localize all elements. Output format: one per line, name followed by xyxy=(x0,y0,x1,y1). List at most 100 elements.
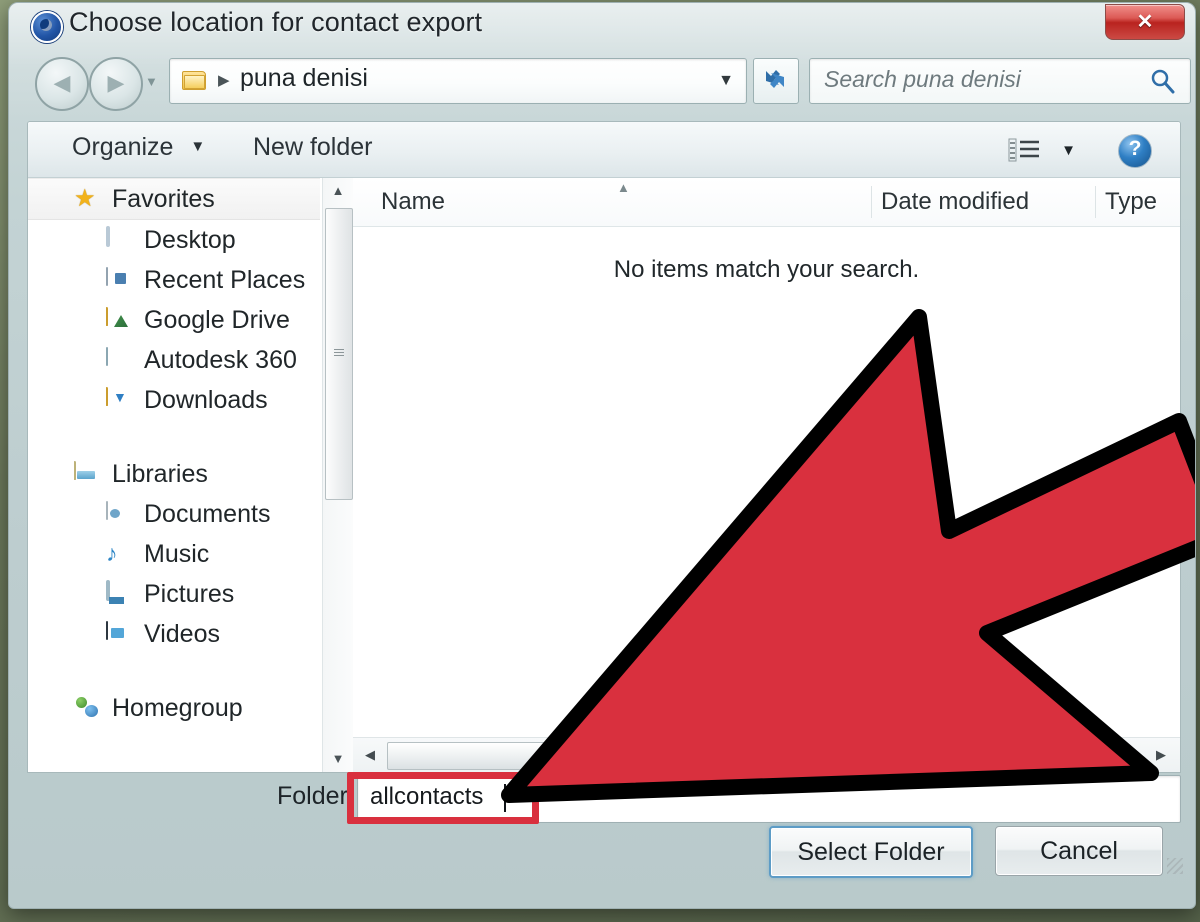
navigation-sidebar[interactable]: ★ Favorites Desktop Recent Places Google… xyxy=(28,178,320,772)
sidebar-item-recent-places[interactable]: Recent Places xyxy=(28,260,320,300)
resize-grip[interactable] xyxy=(1167,858,1183,874)
select-folder-label: Select Folder xyxy=(797,837,945,866)
content-frame: Organize ▼ New folder ▼ ? ★ Favorites De… xyxy=(27,121,1181,773)
folder-name-value: allcontacts xyxy=(370,783,484,810)
breadcrumb-separator-icon: ▶ xyxy=(218,72,230,89)
folder-icon xyxy=(182,69,206,90)
chevron-down-icon[interactable]: ▼ xyxy=(718,72,734,90)
sidebar-item-label: Pictures xyxy=(144,579,235,608)
sidebar-item-label: Libraries xyxy=(112,459,208,488)
new-folder-label: New folder xyxy=(253,133,373,161)
horizontal-scrollbar[interactable]: ◀ ▶ xyxy=(353,737,1180,772)
sidebar-item-label: Homegroup xyxy=(112,693,243,722)
organize-button[interactable]: Organize ▼ xyxy=(62,130,215,171)
scroll-right-icon[interactable]: ▶ xyxy=(1148,738,1174,772)
toolbar: Organize ▼ New folder ▼ ? xyxy=(28,122,1180,178)
sidebar-item-pictures[interactable]: Pictures xyxy=(28,574,320,614)
page-title: Choose location for contact export xyxy=(69,7,483,37)
question-mark-icon: ? xyxy=(1128,137,1142,160)
column-header-type[interactable]: Type xyxy=(1105,188,1157,216)
sidebar-group-favorites: ★ Favorites Desktop Recent Places Google… xyxy=(28,178,320,420)
search-input[interactable]: Search puna denisi xyxy=(809,58,1191,104)
autodesk-cloud-icon xyxy=(106,347,132,372)
sidebar-item-label: Videos xyxy=(144,619,220,648)
music-icon: ♪ xyxy=(106,540,118,566)
list-view-icon[interactable] xyxy=(1008,138,1040,162)
column-divider[interactable] xyxy=(871,186,872,218)
sidebar-divider xyxy=(28,654,320,688)
sidebar-item-google-drive[interactable]: Google Drive xyxy=(28,300,320,340)
sidebar-item-homegroup[interactable]: Homegroup xyxy=(28,688,320,728)
empty-state-message: No items match your search. xyxy=(613,256,920,283)
sidebar-item-favorites[interactable]: ★ Favorites xyxy=(28,178,320,220)
sidebar-item-music[interactable]: ♪ Music xyxy=(28,534,320,574)
close-icon: ✕ xyxy=(1136,11,1154,33)
sidebar-item-videos[interactable]: Videos xyxy=(28,614,320,654)
scroll-up-icon[interactable]: ▲ xyxy=(323,178,353,204)
folder-name-input[interactable]: allcontacts xyxy=(357,775,1181,823)
select-folder-button[interactable]: Select Folder xyxy=(769,826,973,878)
desktop-icon xyxy=(106,226,132,252)
column-header-row: Name ▲ Date modified Type xyxy=(353,178,1180,227)
sidebar-item-label: Music xyxy=(144,539,210,568)
star-icon: ★ xyxy=(74,185,96,212)
downloads-folder-icon xyxy=(106,387,132,412)
sidebar-item-label: Desktop xyxy=(144,225,236,254)
scrollbar-thumb[interactable] xyxy=(325,208,353,500)
recent-places-icon xyxy=(106,267,132,292)
column-divider[interactable] xyxy=(1095,186,1096,218)
documents-icon xyxy=(106,501,132,526)
folder-name-row: Folder: allcontacts xyxy=(27,775,1181,827)
pictures-icon xyxy=(106,580,132,606)
new-folder-button[interactable]: New folder xyxy=(243,130,383,171)
chevron-down-icon: ▼ xyxy=(190,138,206,155)
sidebar-item-libraries[interactable]: Libraries xyxy=(28,454,320,494)
forward-button[interactable]: ▶ xyxy=(89,57,143,111)
search-icon[interactable] xyxy=(1150,68,1176,94)
back-arrow-icon: ◀ xyxy=(53,70,71,95)
scrollbar-thumb[interactable] xyxy=(387,742,839,770)
sidebar-item-label: Documents xyxy=(144,499,271,528)
sidebar-scrollbar[interactable]: ▲ ▼ xyxy=(322,178,354,772)
chevron-down-icon[interactable]: ▼ xyxy=(145,75,161,89)
column-header-name[interactable]: Name xyxy=(381,188,445,216)
sidebar-item-label: Favorites xyxy=(112,184,215,213)
scroll-down-icon[interactable]: ▼ xyxy=(323,746,353,772)
sidebar-divider xyxy=(28,420,320,454)
sidebar-item-label: Autodesk 360 xyxy=(144,345,297,374)
file-dialog-window: Choose location for contact export ✕ ◀ ▶… xyxy=(8,2,1196,909)
sidebar-item-documents[interactable]: Documents xyxy=(28,494,320,534)
organize-label: Organize xyxy=(72,133,174,161)
search-placeholder: Search puna denisi xyxy=(824,66,1021,92)
breadcrumb[interactable]: puna denisi xyxy=(240,64,368,93)
cancel-button[interactable]: Cancel xyxy=(995,826,1163,876)
text-cursor xyxy=(504,784,506,812)
sidebar-group-libraries: Libraries Documents ♪ Music Pictures Vid… xyxy=(28,454,320,654)
videos-icon xyxy=(106,621,132,646)
sidebar-item-label: Recent Places xyxy=(144,265,306,294)
sidebar-item-desktop[interactable]: Desktop xyxy=(28,220,320,260)
dialog-button-row: Select Folder Cancel xyxy=(9,826,1195,882)
sidebar-group-homegroup: Homegroup xyxy=(28,688,320,728)
refresh-icon[interactable] xyxy=(753,58,799,104)
close-button[interactable]: ✕ xyxy=(1105,4,1185,40)
contacts-icon xyxy=(31,11,63,43)
google-drive-folder-icon xyxy=(106,307,132,332)
help-button[interactable]: ? xyxy=(1118,134,1152,168)
sidebar-item-label: Google Drive xyxy=(144,305,290,334)
navigation-bar: ◀ ▶ ▼ ▶ puna denisi ▼ Search puna denisi xyxy=(9,55,1195,111)
folder-field-label: Folder: xyxy=(277,782,355,810)
sort-ascending-icon: ▲ xyxy=(617,180,630,195)
back-button[interactable]: ◀ xyxy=(35,57,89,111)
sidebar-item-autodesk-360[interactable]: Autodesk 360 xyxy=(28,340,320,380)
sidebar-item-label: Downloads xyxy=(144,385,268,414)
column-header-date-modified[interactable]: Date modified xyxy=(881,188,1029,216)
title-bar: Choose location for contact export ✕ xyxy=(9,3,1195,49)
cancel-label: Cancel xyxy=(1040,836,1118,865)
scroll-left-icon[interactable]: ◀ xyxy=(357,738,383,772)
address-bar[interactable]: ▶ puna denisi ▼ xyxy=(169,58,747,104)
file-list-pane[interactable]: Name ▲ Date modified Type No items match… xyxy=(353,178,1180,772)
chevron-down-icon[interactable]: ▼ xyxy=(1061,142,1076,159)
forward-arrow-icon: ▶ xyxy=(107,70,125,95)
sidebar-item-downloads[interactable]: Downloads xyxy=(28,380,320,420)
